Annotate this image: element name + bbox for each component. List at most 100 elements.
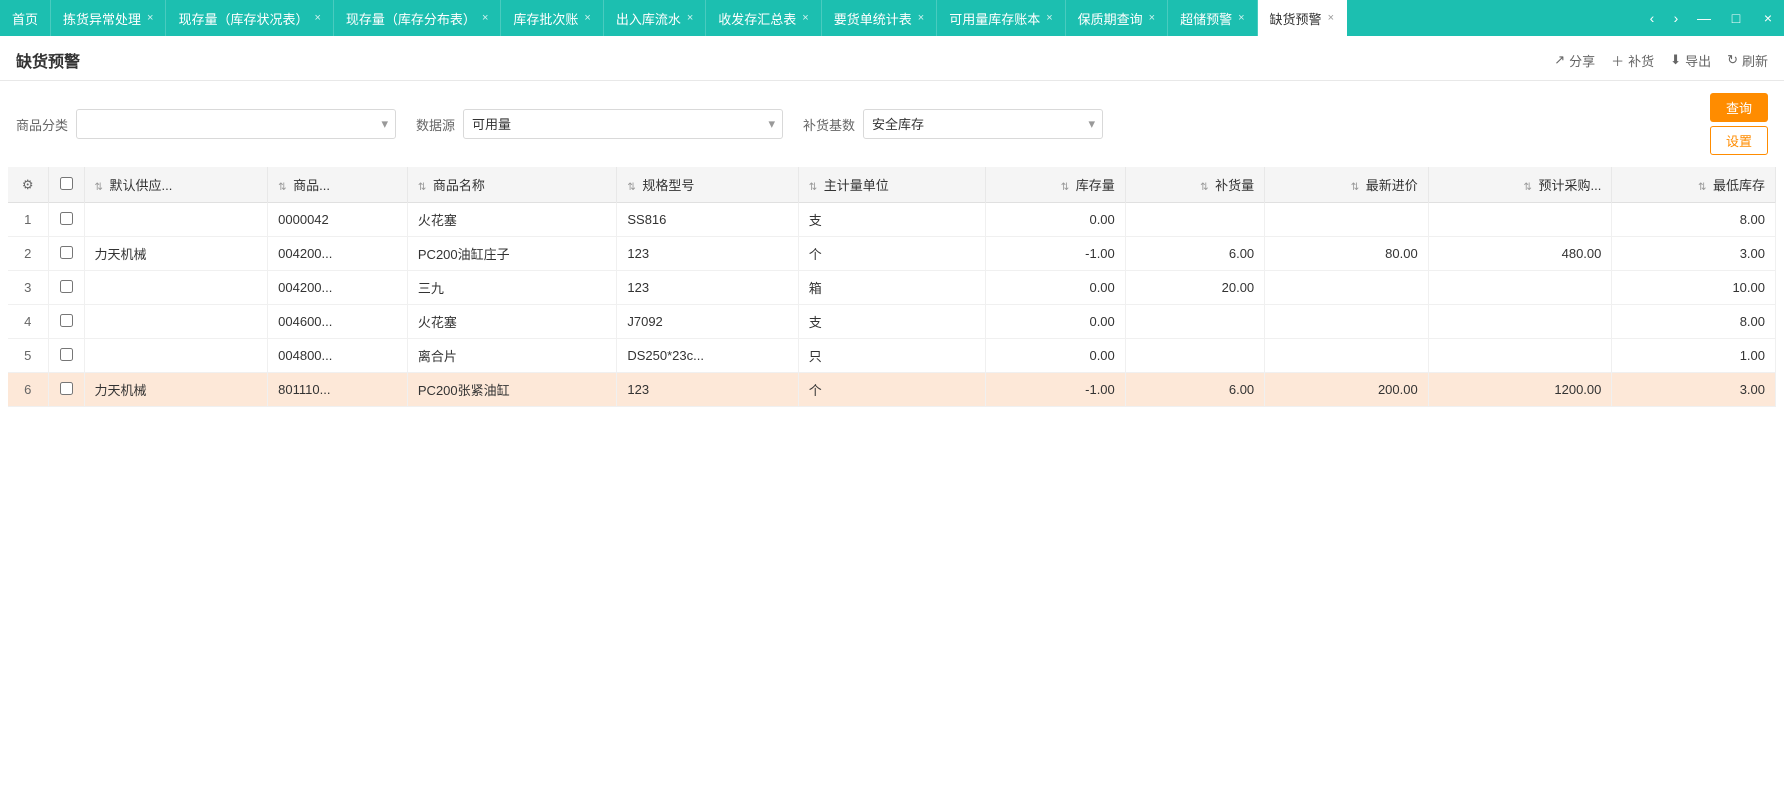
col-goods-code[interactable]: 商品... [268, 167, 408, 203]
tab-close-4[interactable]: × [584, 12, 590, 24]
row-goods-code: 004200... [268, 237, 408, 271]
row-min-stock: 8.00 [1612, 305, 1776, 339]
share-button[interactable]: ↗ 分享 [1554, 51, 1595, 70]
row-checkbox[interactable] [60, 246, 73, 259]
replenish-base-select[interactable]: 安全库存 最低库存 [863, 109, 1103, 139]
datasource-select[interactable]: 可用量 库存量 [463, 109, 783, 139]
col-replenish-qty[interactable]: 补货量 [1125, 167, 1264, 203]
tab-close-3[interactable]: × [482, 12, 488, 24]
select-all-checkbox[interactable] [60, 177, 73, 190]
tab-11[interactable]: 缺货预警 × [1258, 0, 1347, 36]
tab-bar: 首页 拣货异常处理 × 现存量（库存状况表） × 现存量（库存分布表） × 库存… [0, 0, 1784, 36]
tab-5[interactable]: 出入库流水 × [604, 0, 706, 36]
row-unit: 只 [798, 339, 986, 373]
tab-close-11[interactable]: × [1328, 12, 1334, 24]
share-label: 分享 [1569, 51, 1595, 70]
row-min-stock: 10.00 [1612, 271, 1776, 305]
col-default-supplier[interactable]: 默认供应... [84, 167, 268, 203]
tab-close-6[interactable]: × [802, 12, 808, 24]
row-replenish-qty: 20.00 [1125, 271, 1264, 305]
tab-label: 超储预警 [1180, 9, 1232, 28]
row-seq: 4 [8, 305, 48, 339]
tab-close-8[interactable]: × [1046, 12, 1052, 24]
col-gear: ⚙ [8, 167, 48, 203]
query-button[interactable]: 查询 [1710, 93, 1768, 122]
row-checkbox[interactable] [60, 348, 73, 361]
tab-label: 现存量（库存状况表） [178, 9, 308, 28]
row-default-supplier [84, 339, 268, 373]
tab-close-2[interactable]: × [314, 12, 320, 24]
row-default-supplier: 力天机械 [84, 373, 268, 407]
col-estimated-purchase[interactable]: 预计采购... [1428, 167, 1612, 203]
col-min-stock[interactable]: 最低库存 [1612, 167, 1776, 203]
row-spec: 123 [617, 271, 798, 305]
export-button[interactable]: ⬇ 导出 [1670, 51, 1711, 70]
tab-next-btn[interactable]: › [1664, 0, 1688, 36]
tab-4[interactable]: 库存批次账 × [501, 0, 603, 36]
row-checkbox[interactable] [60, 382, 73, 395]
row-replenish-qty [1125, 305, 1264, 339]
replenish-base-label: 补货基数 [803, 115, 855, 134]
row-goods-code: 801110... [268, 373, 408, 407]
row-estimated-purchase [1428, 203, 1612, 237]
tab-home[interactable]: 首页 [0, 0, 51, 36]
tab-10[interactable]: 超储预警 × [1168, 0, 1257, 36]
header-actions: ↗ 分享 ＋ 补货 ⬇ 导出 ↻ 刷新 [1554, 51, 1768, 70]
tab-label: 保质期查询 [1078, 9, 1143, 28]
gear-icon[interactable]: ⚙ [22, 177, 34, 192]
export-icon: ⬇ [1670, 52, 1681, 68]
row-latest-price: 80.00 [1265, 237, 1429, 271]
tab-label: 拣货异常处理 [63, 9, 141, 28]
replenish-button[interactable]: ＋ 补货 [1611, 51, 1654, 70]
tab-9[interactable]: 保质期查询 × [1066, 0, 1168, 36]
col-stock[interactable]: 库存量 [986, 167, 1125, 203]
tab-prev-btn[interactable]: ‹ [1640, 0, 1664, 36]
window-minimize-btn[interactable]: — [1688, 0, 1720, 36]
tab-8[interactable]: 可用量库存账本 × [937, 0, 1065, 36]
row-unit: 支 [798, 305, 986, 339]
tab-3[interactable]: 现存量（库存分布表） × [334, 0, 501, 36]
row-checkbox[interactable] [60, 212, 73, 225]
tab-1[interactable]: 拣货异常处理 × [51, 0, 166, 36]
row-min-stock: 1.00 [1612, 339, 1776, 373]
col-spec[interactable]: 规格型号 [617, 167, 798, 203]
window-close-btn[interactable]: × [1752, 0, 1784, 36]
table-row: 4 004600... 火花塞 J7092 支 0.00 8.00 [8, 305, 1776, 339]
row-min-stock: 3.00 [1612, 237, 1776, 271]
replenish-label: 补货 [1628, 51, 1654, 70]
row-checkbox-cell [48, 203, 84, 237]
refresh-button[interactable]: ↻ 刷新 [1727, 51, 1768, 70]
row-checkbox[interactable] [60, 280, 73, 293]
row-checkbox[interactable] [60, 314, 73, 327]
row-stock: 0.00 [986, 203, 1125, 237]
row-goods-code: 0000042 [268, 203, 408, 237]
tab-close-1[interactable]: × [147, 12, 153, 24]
row-unit: 支 [798, 203, 986, 237]
tab-close-5[interactable]: × [687, 12, 693, 24]
tab-close-7[interactable]: × [918, 12, 924, 24]
col-latest-price[interactable]: 最新进价 [1265, 167, 1429, 203]
category-label: 商品分类 [16, 115, 68, 134]
tab-7[interactable]: 要货单统计表 × [822, 0, 937, 36]
tab-label: 库存批次账 [513, 9, 578, 28]
window-maximize-btn[interactable]: □ [1720, 0, 1752, 36]
row-stock: 0.00 [986, 271, 1125, 305]
table-row: 5 004800... 离合片 DS250*23c... 只 0.00 1.00 [8, 339, 1776, 373]
settings-button[interactable]: 设置 [1710, 126, 1768, 155]
row-seq: 2 [8, 237, 48, 271]
tab-label: 首页 [12, 9, 38, 28]
row-goods-name: PC200油缸庄子 [407, 237, 616, 271]
tab-6[interactable]: 收发存汇总表 × [706, 0, 821, 36]
row-min-stock: 3.00 [1612, 373, 1776, 407]
tab-label: 收发存汇总表 [718, 9, 796, 28]
tab-2[interactable]: 现存量（库存状况表） × [166, 0, 333, 36]
col-unit[interactable]: 主计量单位 [798, 167, 986, 203]
tab-close-9[interactable]: × [1149, 12, 1155, 24]
tab-close-10[interactable]: × [1238, 12, 1244, 24]
tab-label: 出入库流水 [616, 9, 681, 28]
row-replenish-qty [1125, 203, 1264, 237]
row-default-supplier [84, 305, 268, 339]
col-goods-name[interactable]: 商品名称 [407, 167, 616, 203]
category-select[interactable] [76, 109, 396, 139]
row-default-supplier [84, 271, 268, 305]
